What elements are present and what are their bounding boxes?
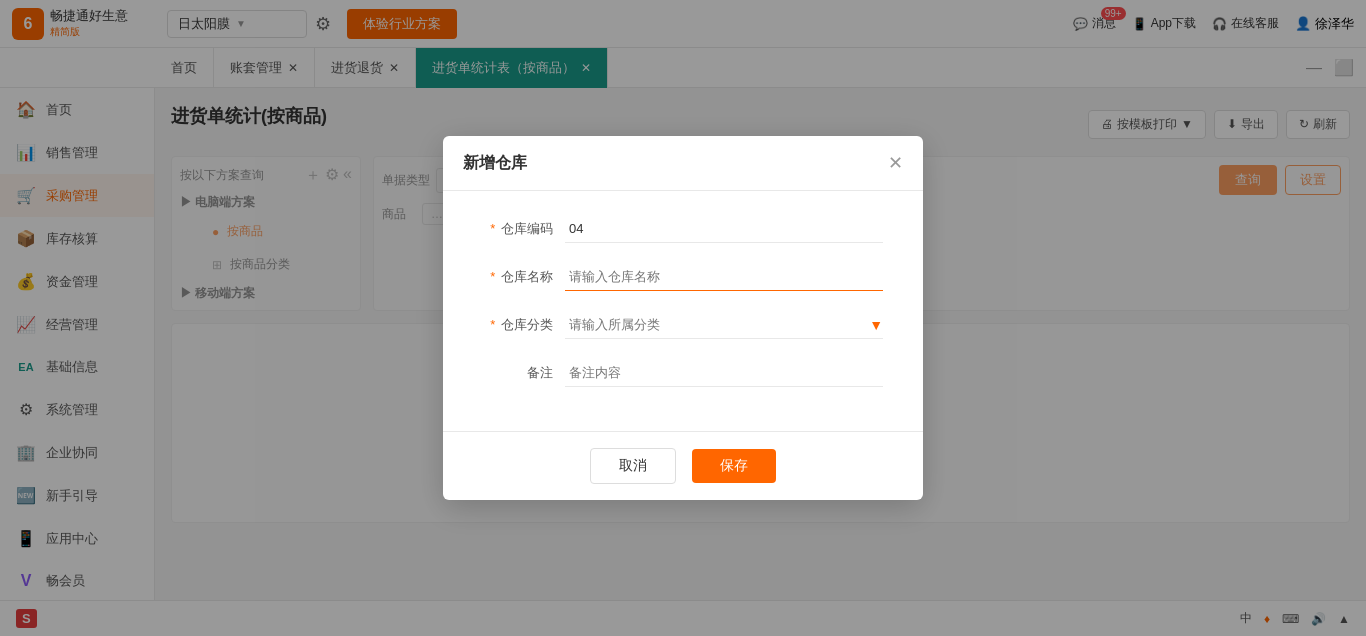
form-label-name: * 仓库名称 — [483, 268, 553, 286]
form-row-code: * 仓库编码 — [483, 215, 883, 243]
form-label-code: * 仓库编码 — [483, 220, 553, 238]
note-input[interactable] — [565, 359, 883, 387]
modal-close-button[interactable]: ✕ — [888, 152, 903, 174]
modal-footer: 取消 保存 — [443, 431, 923, 500]
form-row-note: 备注 — [483, 359, 883, 387]
modal-overlay: 新增仓库 ✕ * 仓库编码 * 仓库名称 — [0, 0, 1366, 636]
required-star-name: * — [490, 269, 495, 284]
warehouse-code-input[interactable] — [565, 215, 883, 243]
required-star-code: * — [490, 221, 495, 236]
warehouse-category-input[interactable] — [565, 311, 869, 338]
form-label-category: * 仓库分类 — [483, 316, 553, 334]
form-row-category: * 仓库分类 ▼ — [483, 311, 883, 339]
modal-title: 新增仓库 — [463, 153, 527, 174]
modal-body: * 仓库编码 * 仓库名称 * 仓库分类 — [443, 191, 923, 431]
save-button[interactable]: 保存 — [692, 449, 776, 483]
required-star-category: * — [490, 317, 495, 332]
cancel-button[interactable]: 取消 — [590, 448, 676, 484]
form-row-name: * 仓库名称 — [483, 263, 883, 291]
warehouse-category-selector[interactable]: ▼ — [565, 311, 883, 339]
category-dropdown-icon: ▼ — [869, 317, 883, 333]
modal-add-warehouse: 新增仓库 ✕ * 仓库编码 * 仓库名称 — [443, 136, 923, 500]
form-label-note: 备注 — [483, 364, 553, 382]
warehouse-name-input[interactable] — [565, 263, 883, 291]
modal-header: 新增仓库 ✕ — [443, 136, 923, 191]
